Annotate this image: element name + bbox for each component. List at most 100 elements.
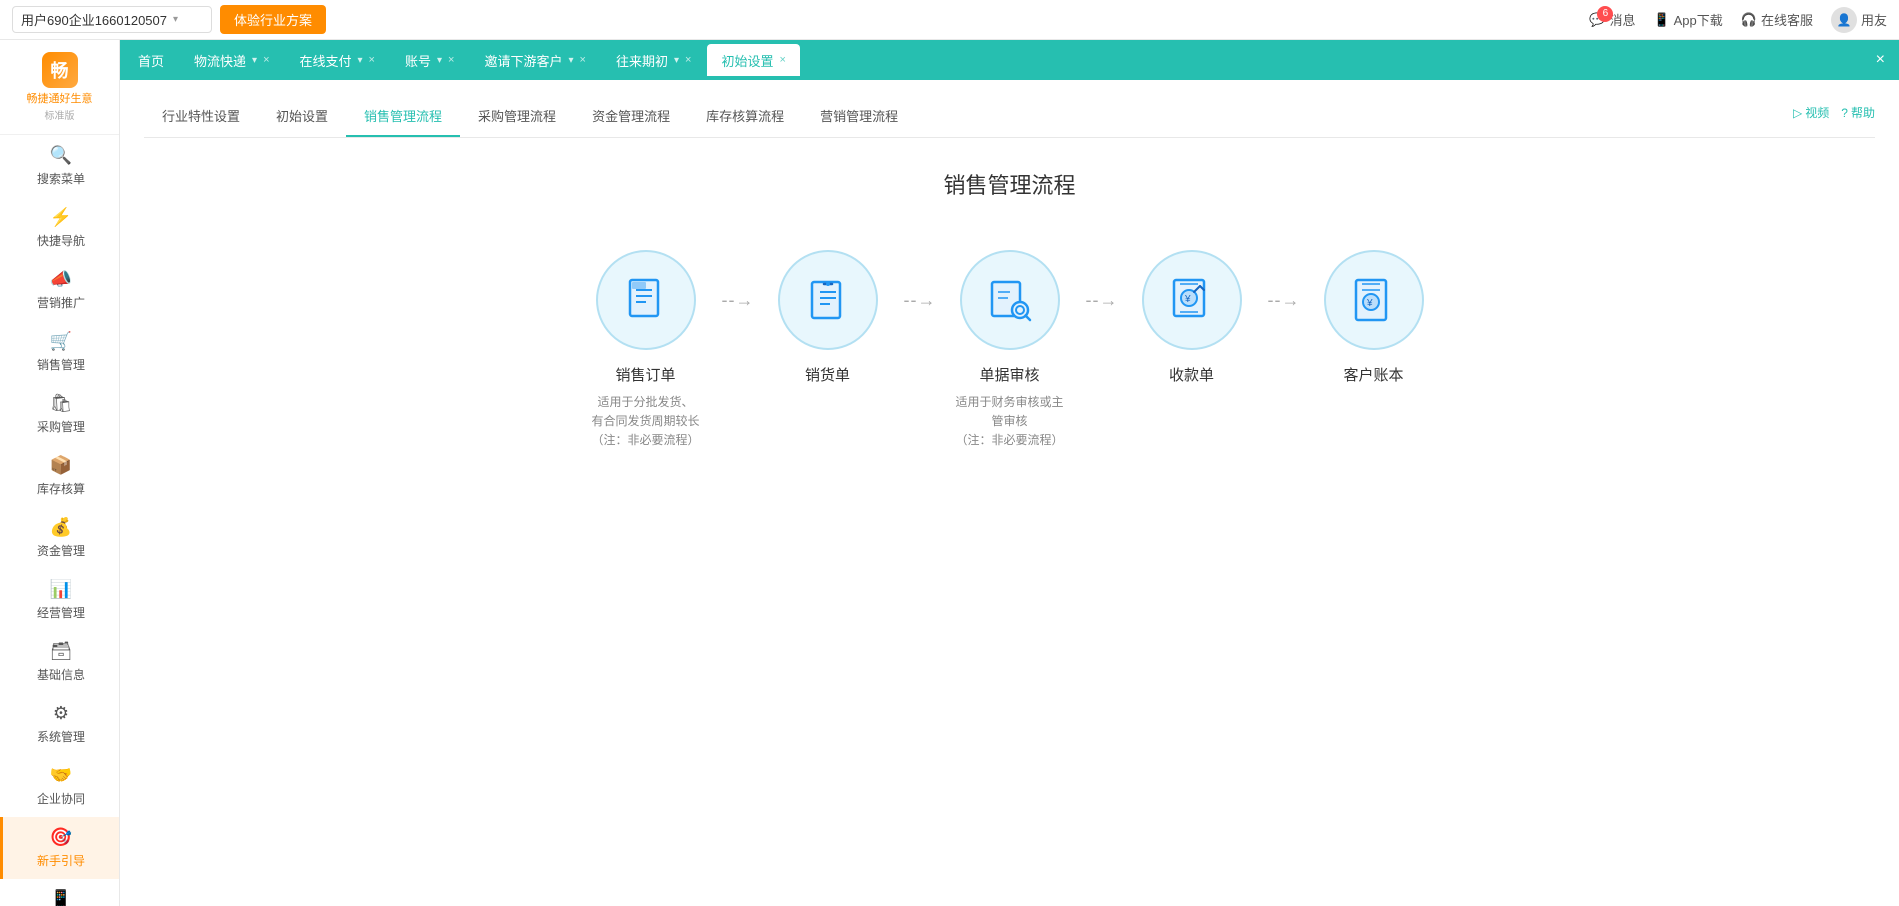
nav-tab-arrow-payment: ▾ [358, 55, 363, 66]
user-selector[interactable]: 用户690企业1660120507 ▾ [12, 6, 212, 33]
sidebar-label-finance: 资金管理 [37, 542, 85, 559]
sidebar-icon-new-guide: 🎯 [50, 827, 72, 848]
sidebar-item-finance[interactable]: 💰 资金管理 [0, 507, 119, 569]
nav-tab-close-invite-customer[interactable]: × [580, 54, 586, 66]
sub-tab-marketing-flow[interactable]: 营销管理流程 [802, 96, 916, 137]
sidebar-item-new-guide[interactable]: 🎯 新手引导 [0, 817, 119, 879]
sub-tab-inventory-calc[interactable]: 库存核算流程 [688, 96, 802, 137]
flow-step-name-doc-review: 单据审核 [979, 364, 1039, 385]
nav-tab-home[interactable]: 首页 [124, 44, 178, 76]
content-area: 首页物流快递▾×在线支付▾×账号▾×邀请下游客户▾×往来期初▾×初始设置× × … [120, 40, 1899, 906]
flow-step-name-receipt: 收款单 [1169, 364, 1214, 385]
sidebar-icon-sales: 🛒 [50, 331, 72, 352]
sidebar-label-search: 搜索菜单 [37, 170, 85, 187]
sidebar-icon-app-center: 📱 [50, 889, 72, 906]
nav-tab-logistics[interactable]: 物流快递 ▾ × [180, 44, 283, 76]
nav-tab-label-init-settings: 初始设置 [721, 51, 773, 70]
flow-circle-sales-invoice [778, 250, 878, 350]
sidebar-item-marketing-promotion[interactable]: 📣 营销推广 [0, 259, 119, 321]
nav-tab-period-init[interactable]: 往来期初▾× [602, 44, 705, 76]
flow-circle-doc-review [960, 250, 1060, 350]
sidebar-item-operations[interactable]: 📊 经营管理 [0, 569, 119, 631]
main-layout: 畅 畅捷通好生意 标准版 🔍 搜索菜单 ⚡ 快捷导航 📣 营销推广 🛒 销售管理… [0, 40, 1899, 906]
sub-tab-sales-flow[interactable]: 销售管理流程 [346, 96, 460, 137]
nav-tab-close-period-init[interactable]: × [685, 54, 691, 66]
flow-step-receipt[interactable]: ¥ 收款单 [1112, 250, 1272, 393]
sidebar-label-sales: 销售管理 [37, 356, 85, 373]
nav-tab-label-logistics: 物流快递 [194, 51, 246, 70]
flow-step-desc-sales-order: 适用于分批发货、有合同发货周期较长（注：非必要流程） [591, 393, 699, 451]
nav-tab-close-logistics[interactable]: × [263, 54, 269, 66]
sub-tabs-container: 行业特性设置初始设置销售管理流程采购管理流程资金管理流程库存核算流程营销管理流程 [144, 96, 1793, 137]
nav-tab-invite-customer[interactable]: 邀请下游客户▾× [470, 44, 599, 76]
nav-tab-close-payment[interactable]: × [369, 54, 375, 66]
nav-tab-init-settings[interactable]: 初始设置 × [707, 44, 799, 76]
sidebar-item-search[interactable]: 🔍 搜索菜单 [0, 135, 119, 197]
sidebar-item-sales[interactable]: 🛒 销售管理 [0, 321, 119, 383]
sidebar-items-container: 🔍 搜索菜单 ⚡ 快捷导航 📣 营销推广 🛒 销售管理 🛍 采购管理 📦 库存核… [0, 135, 119, 906]
sidebar-item-purchase[interactable]: 🛍 采购管理 [0, 383, 119, 445]
sub-tab-purchase-flow[interactable]: 采购管理流程 [460, 96, 574, 137]
sub-tab-init-settings[interactable]: 初始设置 [258, 96, 346, 137]
sidebar-item-app-center[interactable]: 📱 应用中心 [0, 879, 119, 906]
sidebar-icon-finance: 💰 [50, 517, 72, 538]
nav-tab-arrow-period-init: ▾ [674, 55, 679, 66]
sidebar-label-enterprise-collab: 企业协同 [37, 790, 85, 807]
user-item[interactable]: 👤 用友 [1831, 7, 1887, 33]
nav-tab-close-init-settings[interactable]: × [779, 54, 785, 66]
app-download-item[interactable]: 📱 App下载 [1653, 10, 1722, 29]
header-right: 💬 6 消息 📱 App下载 🎧 在线客服 👤 用友 [1589, 7, 1887, 33]
flow-step-doc-review[interactable]: 单据审核 适用于财务审核或主管审核（注：非必要流程） [930, 250, 1090, 451]
nav-tabs-container: 首页物流快递▾×在线支付▾×账号▾×邀请下游客户▾×往来期初▾×初始设置× [124, 44, 1864, 76]
flow-step-name-sales-order: 销售订单 [615, 364, 675, 385]
logo-sub: 标准版 [45, 107, 75, 122]
sidebar-label-marketing-promotion: 营销推广 [37, 294, 85, 311]
flow-step-sales-order[interactable]: 销售订单 适用于分批发货、有合同发货周期较长（注：非必要流程） [566, 250, 726, 451]
sidebar-icon-enterprise-collab: 🤝 [50, 765, 72, 786]
sidebar-label-new-guide: 新手引导 [37, 852, 85, 869]
sidebar-item-inventory[interactable]: 📦 库存核算 [0, 445, 119, 507]
sidebar-item-system[interactable]: ⚙ 系统管理 [0, 693, 119, 755]
nav-tab-label-payment: 在线支付 [300, 51, 352, 70]
logo-char: 畅 [51, 57, 69, 83]
flow-step-name-sales-invoice: 销货单 [805, 364, 850, 385]
avatar: 👤 [1831, 7, 1857, 33]
sidebar-icon-search: 🔍 [50, 145, 72, 166]
sidebar-logo[interactable]: 畅 畅捷通好生意 标准版 [0, 40, 119, 135]
sidebar-icon-marketing-promotion: 📣 [50, 269, 72, 290]
sidebar-item-enterprise-collab[interactable]: 🤝 企业协同 [0, 755, 119, 817]
help-link[interactable]: ? 帮助 [1841, 104, 1875, 121]
flow-circle-receipt: ¥ [1142, 250, 1242, 350]
flow-step-desc-doc-review: 适用于财务审核或主管审核（注：非必要流程） [955, 393, 1063, 451]
nav-tab-close-account[interactable]: × [448, 54, 454, 66]
message-badge-wrap: 💬 6 [1589, 12, 1605, 28]
online-service-item[interactable]: 🎧 在线客服 [1741, 10, 1813, 29]
sidebar-item-quick-nav[interactable]: ⚡ 快捷导航 [0, 197, 119, 259]
app-download-icon: 📱 [1653, 12, 1669, 28]
video-link[interactable]: ▷ 视频 [1793, 104, 1829, 121]
sub-tabs-right: ▷ 视频 ? 帮助 [1793, 104, 1875, 129]
nav-tab-label-account: 账号 [405, 51, 431, 70]
sidebar-item-base-info[interactable]: 🗃 基础信息 [0, 631, 119, 693]
nav-tab-payment[interactable]: 在线支付 ▾ × [286, 44, 389, 76]
flow-circle-sales-order [596, 250, 696, 350]
nav-tab-account[interactable]: 账号 ▾ × [391, 44, 468, 76]
nav-close-button[interactable]: × [1866, 51, 1895, 69]
nav-tabs: 首页物流快递▾×在线支付▾×账号▾×邀请下游客户▾×往来期初▾×初始设置× × [120, 40, 1899, 80]
user-name-label: 用友 [1861, 10, 1887, 29]
message-item[interactable]: 💬 6 消息 [1589, 10, 1635, 29]
online-service-label: 在线客服 [1761, 10, 1813, 29]
sub-tab-industry-settings[interactable]: 行业特性设置 [144, 96, 258, 137]
trial-button[interactable]: 体验行业方案 [220, 5, 326, 34]
flow-steps: 销售订单 适用于分批发货、有合同发货周期较长（注：非必要流程） - - → 销货… [164, 250, 1855, 451]
flow-step-customer-ledger[interactable]: ¥ 客户账本 [1294, 250, 1454, 393]
nav-tab-arrow-account: ▾ [437, 55, 442, 66]
headset-icon: 🎧 [1741, 12, 1757, 28]
nav-tab-arrow-logistics: ▾ [252, 55, 257, 66]
video-label: 视频 [1805, 104, 1829, 121]
sub-tab-capital-flow[interactable]: 资金管理流程 [574, 96, 688, 137]
nav-tab-arrow-invite-customer: ▾ [568, 55, 573, 66]
sidebar-icon-quick-nav: ⚡ [50, 207, 72, 228]
message-label: 消息 [1609, 10, 1635, 29]
flow-step-sales-invoice[interactable]: 销货单 [748, 250, 908, 393]
